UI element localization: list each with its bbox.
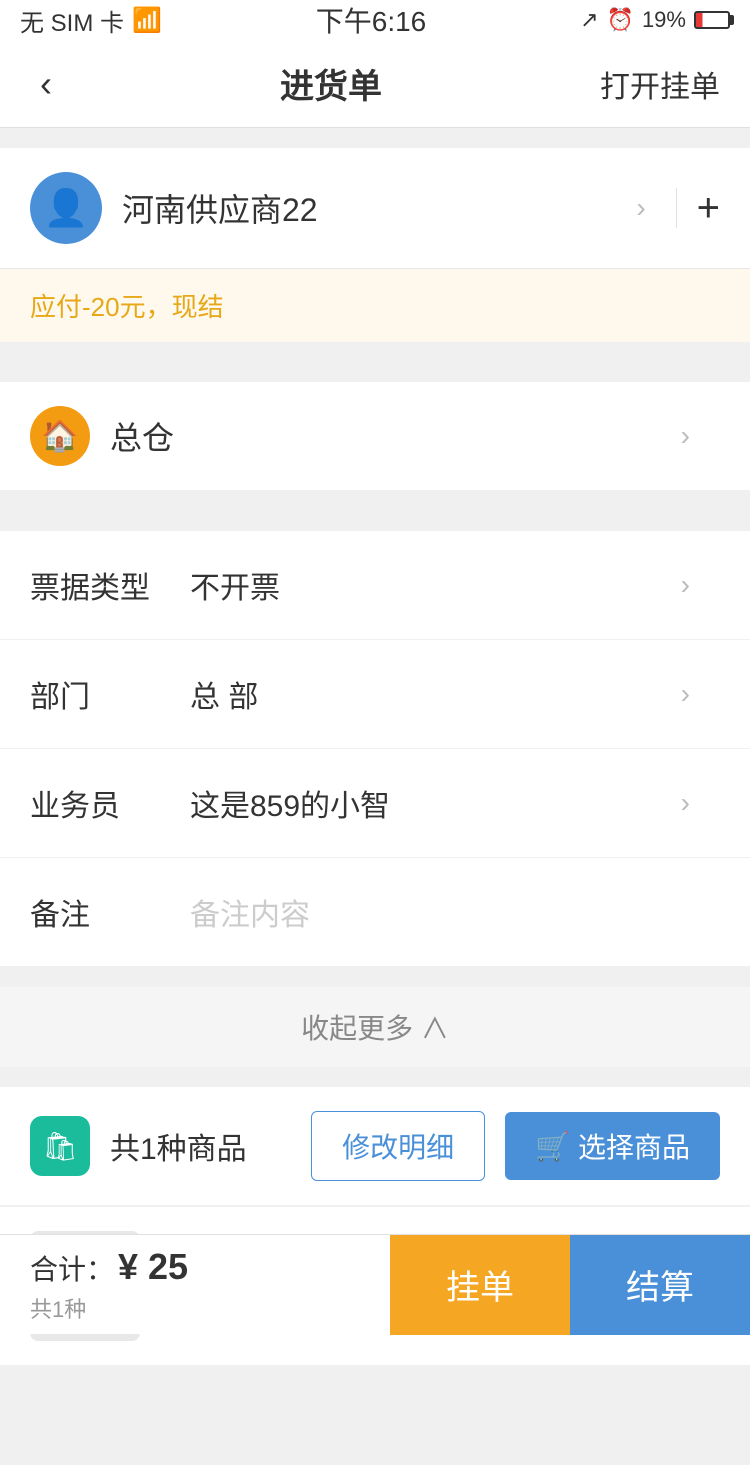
ticket-type-chevron-icon: ›: [681, 569, 690, 601]
department-label: 部门: [30, 672, 190, 716]
supplier-chevron-icon: ›: [636, 192, 645, 224]
notice-bar: 应付-20元，现结: [0, 269, 750, 342]
nav-bar: ‹ 进货单 打开挂单: [0, 40, 750, 128]
back-button[interactable]: ‹: [30, 53, 62, 115]
supplier-section: 👤 河南供应商22 › + 应付-20元，现结: [0, 148, 750, 342]
total-amount: ¥ 25: [118, 1246, 188, 1288]
salesman-chevron-icon: ›: [681, 787, 690, 819]
department-value: 总 部: [190, 672, 681, 716]
battery-icon: [694, 11, 730, 29]
products-header: 🛍 共1种商品 修改明细 🛒 选择商品: [0, 1087, 750, 1205]
gap-3: [0, 491, 750, 511]
total-count: 共1种: [30, 1292, 360, 1324]
gap-2: [0, 342, 750, 362]
edit-detail-button[interactable]: 修改明细: [311, 1111, 485, 1181]
house-icon: 🏠: [41, 419, 78, 454]
remark-row[interactable]: 备注 备注内容: [0, 858, 750, 967]
page-title: 进货单: [280, 59, 382, 108]
supplier-row[interactable]: 👤 河南供应商22 › +: [0, 148, 750, 269]
ticket-type-label: 票据类型: [30, 563, 190, 607]
select-product-button[interactable]: 🛒 选择商品: [505, 1112, 720, 1180]
department-row[interactable]: 部门 总 部 ›: [0, 640, 750, 749]
products-icon: 🛍: [30, 1116, 90, 1176]
notice-text: 应付-20元，现结: [30, 292, 224, 322]
cart-icon: 🛒: [535, 1130, 570, 1163]
collapse-bar[interactable]: 收起更多 ∧: [0, 987, 750, 1067]
status-right: ↗ ⏰ 19%: [580, 7, 730, 33]
avatar-icon: 👤: [44, 187, 89, 229]
salesman-label: 业务员: [30, 781, 190, 825]
remark-input[interactable]: 备注内容: [190, 890, 720, 934]
ticket-type-value: 不开票: [190, 563, 681, 607]
supplier-divider: [676, 188, 677, 228]
gap-1: [0, 128, 750, 148]
wifi-icon: 📶: [132, 6, 162, 35]
warehouse-icon: 🏠: [30, 406, 90, 466]
status-time: 下午6:16: [316, 0, 427, 40]
bottom-spacer: [0, 1365, 750, 1465]
alarm-icon: ⏰: [607, 7, 634, 33]
checkout-button[interactable]: 结算: [570, 1235, 750, 1335]
battery-percentage: 19%: [642, 7, 686, 33]
salesman-value: 这是859的小智: [190, 781, 681, 825]
remark-label: 备注: [30, 890, 190, 934]
warehouse-row[interactable]: 🏠 总仓 ›: [0, 382, 750, 491]
no-sim-text: 无 SIM 卡: [20, 3, 124, 38]
status-bar: 无 SIM 卡 📶 下午6:16 ↗ ⏰ 19%: [0, 0, 750, 40]
total-section: 合计： ¥ 25 共1种: [0, 1246, 390, 1324]
total-row: 合计： ¥ 25: [30, 1246, 360, 1288]
select-product-label: 选择商品: [578, 1126, 690, 1166]
products-count: 共1种商品: [110, 1124, 291, 1168]
salesman-row[interactable]: 业务员 这是859的小智 ›: [0, 749, 750, 858]
bottom-bar: 合计： ¥ 25 共1种 挂单 结算: [0, 1234, 750, 1334]
warehouse-chevron-icon: ›: [681, 420, 690, 452]
bag-icon: 🛍: [42, 1130, 78, 1163]
ticket-type-row[interactable]: 票据类型 不开票 ›: [0, 531, 750, 640]
supplier-name: 河南供应商22: [122, 185, 636, 231]
total-label: 合计：: [30, 1248, 114, 1288]
add-supplier-button[interactable]: +: [697, 186, 720, 231]
warehouse-name: 总仓: [110, 413, 681, 459]
supplier-avatar: 👤: [30, 172, 102, 244]
location-icon: ↗: [580, 7, 598, 33]
department-chevron-icon: ›: [681, 678, 690, 710]
pending-button[interactable]: 挂单: [390, 1235, 570, 1335]
status-left: 无 SIM 卡 📶: [20, 3, 162, 38]
form-section: 票据类型 不开票 › 部门 总 部 › 业务员 这是859的小智 › 备注 备注…: [0, 531, 750, 967]
collapse-label: 收起更多 ∧: [301, 1013, 449, 1044]
open-pending-button[interactable]: 打开挂单: [600, 62, 720, 106]
